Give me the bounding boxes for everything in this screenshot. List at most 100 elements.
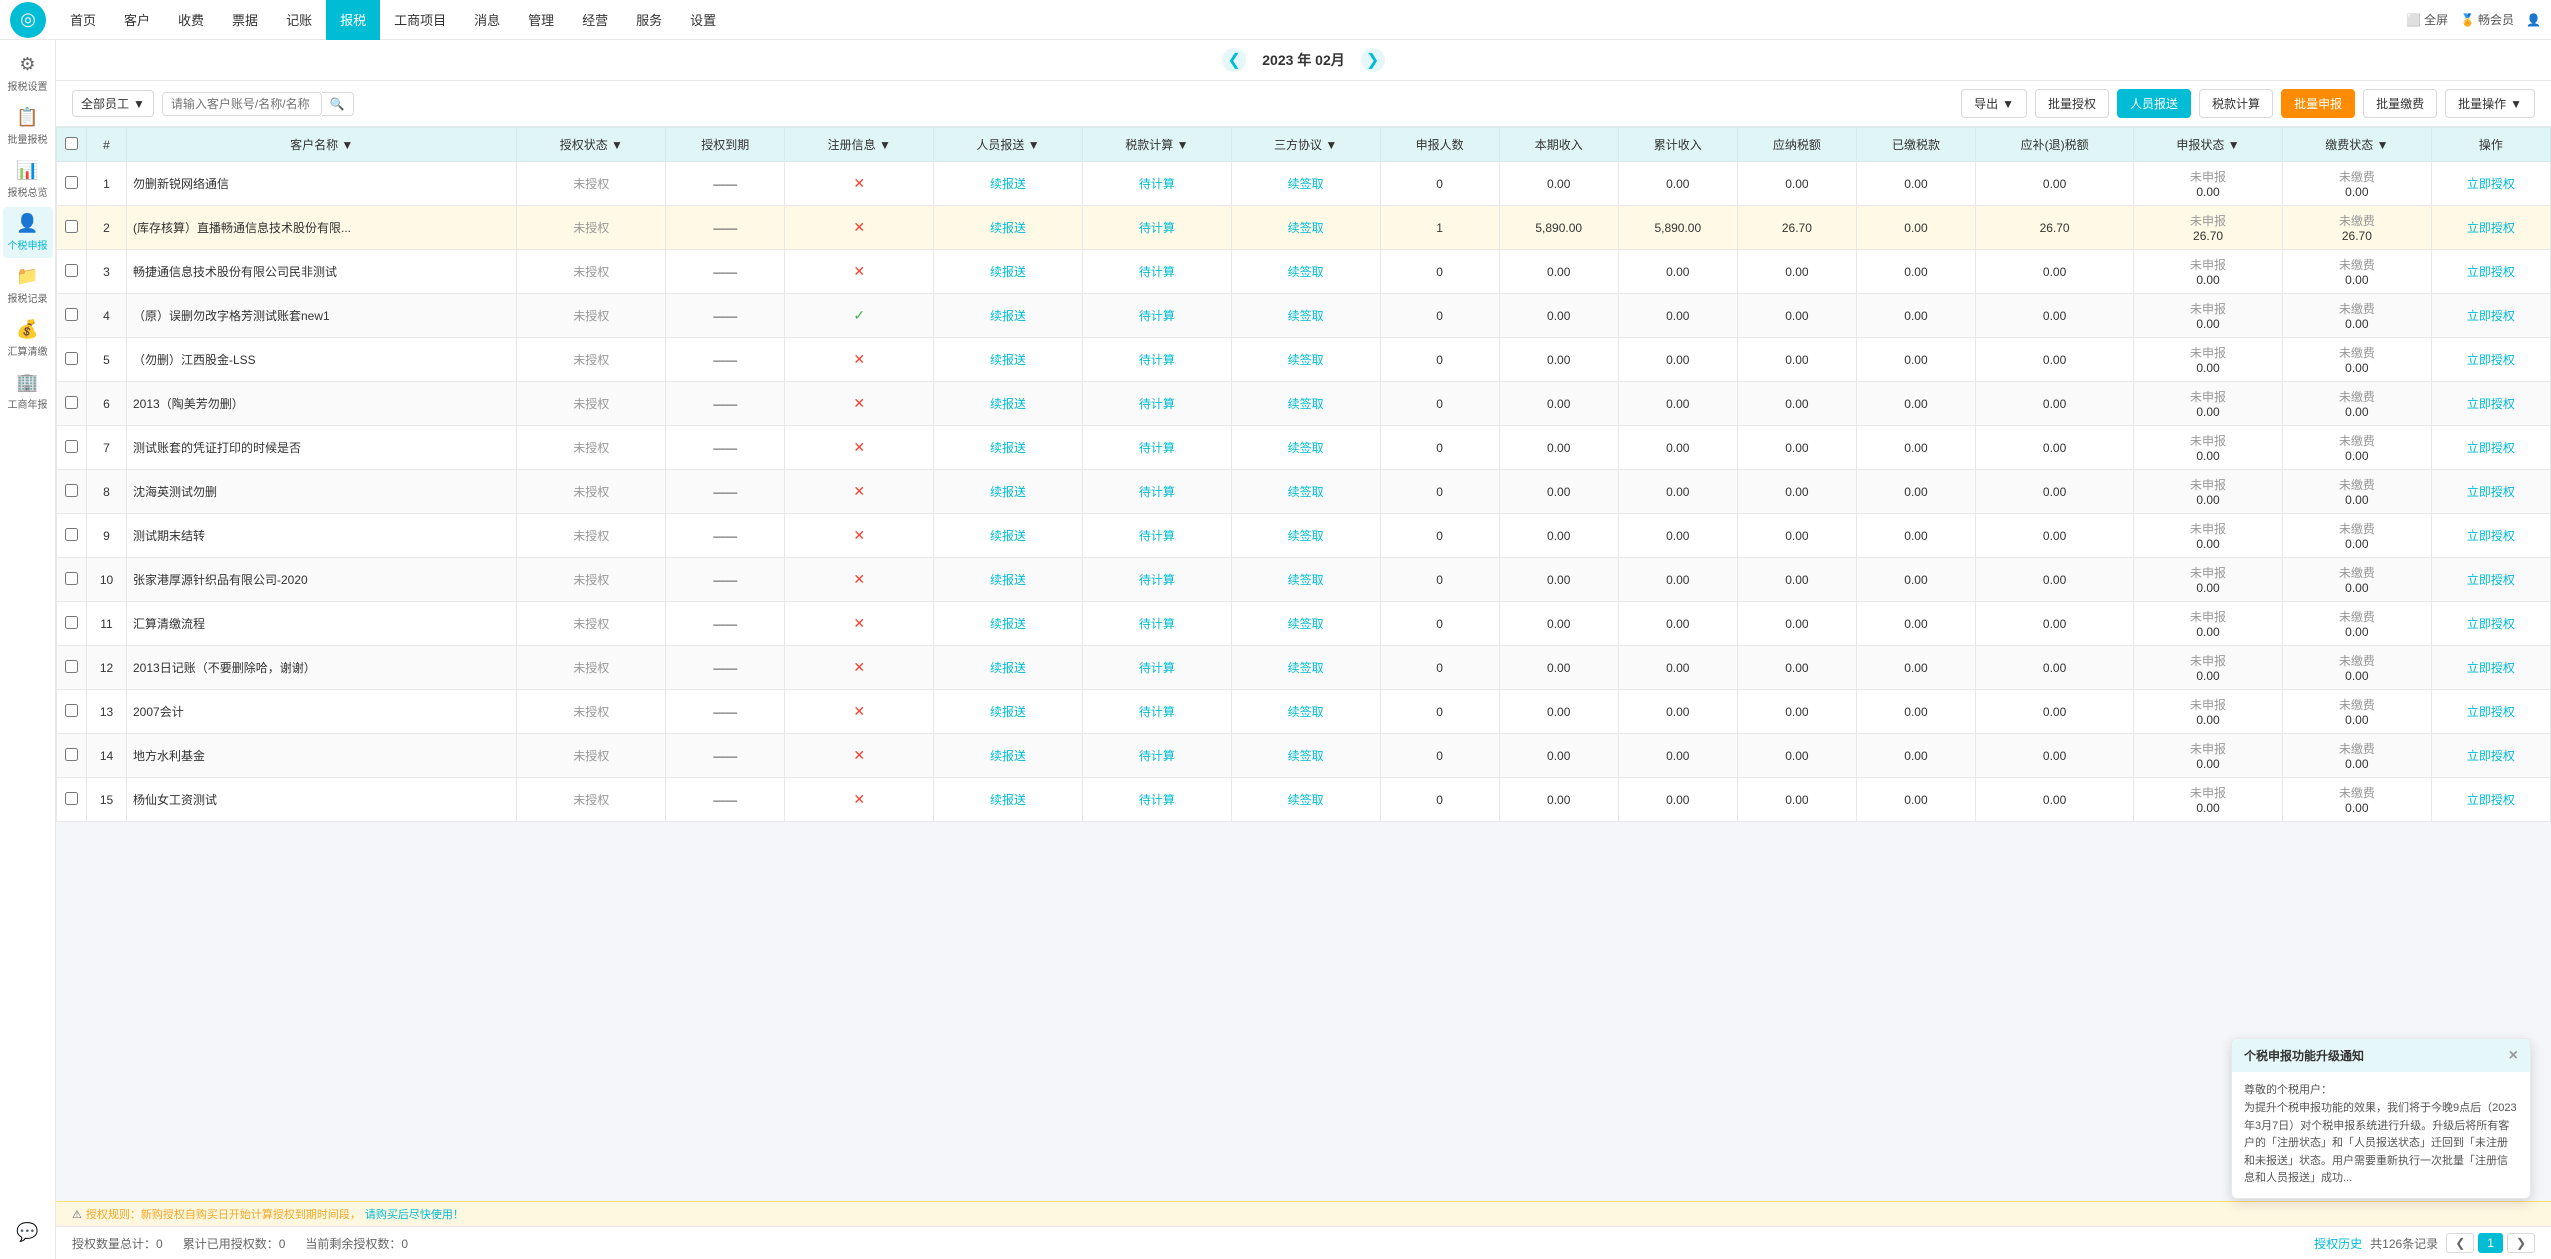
row-checkbox-cell[interactable] [57,558,87,602]
row-action[interactable]: 立即授权 [2431,338,2550,382]
row-action[interactable]: 立即授权 [2431,646,2550,690]
fullscreen-btn[interactable]: ⬜ 全屏 [2406,11,2448,28]
row-person-report[interactable]: 续报送 [934,602,1083,646]
row-checkbox[interactable] [65,396,78,409]
row-checkbox-cell[interactable] [57,514,87,558]
row-checkbox[interactable] [65,440,78,453]
row-checkbox[interactable] [65,616,78,629]
sidebar-messages[interactable]: 💬 [3,1216,53,1249]
row-tripartite[interactable]: 续签取 [1231,514,1380,558]
row-tax-calc[interactable]: 待计算 [1082,558,1231,602]
row-person-report[interactable]: 续报送 [934,250,1083,294]
sidebar-item-batch-tax[interactable]: 📋 批量报税 [3,101,53,152]
row-person-report[interactable]: 续报送 [934,646,1083,690]
row-person-report[interactable]: 续报送 [934,690,1083,734]
row-tripartite[interactable]: 续签取 [1231,426,1380,470]
row-person-report[interactable]: 续报送 [934,294,1083,338]
row-checkbox[interactable] [65,352,78,365]
notification-close-btn[interactable]: × [2509,1048,2518,1064]
sidebar-item-annual-tax[interactable]: 💰 汇算清缴 [3,313,53,364]
row-tripartite[interactable]: 续签取 [1231,162,1380,206]
row-tripartite[interactable]: 续签取 [1231,294,1380,338]
hint-link[interactable]: 请购买后尽快使用！ [365,1206,464,1222]
row-checkbox-cell[interactable] [57,250,87,294]
row-checkbox-cell[interactable] [57,778,87,822]
batch-ops-btn[interactable]: 批量操作 ▼ [2445,89,2535,118]
row-person-report[interactable]: 续报送 [934,426,1083,470]
nav-tax[interactable]: 报税 [326,0,380,40]
row-tax-calc[interactable]: 待计算 [1082,382,1231,426]
user-avatar[interactable]: 👤 [2526,13,2541,27]
nav-message[interactable]: 消息 [460,0,514,40]
row-tax-calc[interactable]: 待计算 [1082,734,1231,778]
row-tripartite[interactable]: 续签取 [1231,470,1380,514]
select-all-checkbox[interactable] [65,137,78,150]
batch-fee-btn[interactable]: 批量缴费 [2363,89,2437,118]
row-tax-calc[interactable]: 待计算 [1082,646,1231,690]
row-tax-calc[interactable]: 待计算 [1082,470,1231,514]
sort-icon[interactable]: ▼ [1325,138,1337,152]
nav-home[interactable]: 首页 [56,0,110,40]
row-tripartite[interactable]: 续签取 [1231,778,1380,822]
row-action[interactable]: 立即授权 [2431,602,2550,646]
search-button[interactable]: 🔍 [322,92,354,116]
row-tripartite[interactable]: 续签取 [1231,558,1380,602]
row-tax-calc[interactable]: 待计算 [1082,602,1231,646]
nav-settings[interactable]: 设置 [676,0,730,40]
row-person-report[interactable]: 续报送 [934,558,1083,602]
row-checkbox[interactable] [65,484,78,497]
row-checkbox-cell[interactable] [57,206,87,250]
person-report-btn[interactable]: 人员报送 [2117,89,2191,118]
sort-icon[interactable]: ▼ [2228,138,2240,152]
row-action[interactable]: 立即授权 [2431,206,2550,250]
row-checkbox[interactable] [65,264,78,277]
row-person-report[interactable]: 续报送 [934,470,1083,514]
sort-icon[interactable]: ▼ [341,138,353,152]
nav-customer[interactable]: 客户 [110,0,164,40]
row-action[interactable]: 立即授权 [2431,734,2550,778]
row-tax-calc[interactable]: 待计算 [1082,778,1231,822]
row-tripartite[interactable]: 续签取 [1231,206,1380,250]
row-action[interactable]: 立即授权 [2431,558,2550,602]
row-checkbox[interactable] [65,220,78,233]
row-checkbox[interactable] [65,572,78,585]
row-person-report[interactable]: 续报送 [934,338,1083,382]
sort-icon[interactable]: ▼ [1177,138,1189,152]
header-checkbox[interactable] [57,128,87,162]
row-tripartite[interactable]: 续签取 [1231,250,1380,294]
nav-bookkeeping[interactable]: 记账 [272,0,326,40]
nav-invoice[interactable]: 票据 [218,0,272,40]
row-checkbox[interactable] [65,308,78,321]
row-checkbox-cell[interactable] [57,382,87,426]
row-checkbox-cell[interactable] [57,426,87,470]
row-person-report[interactable]: 续报送 [934,382,1083,426]
row-checkbox-cell[interactable] [57,690,87,734]
sort-icon[interactable]: ▼ [2377,138,2389,152]
row-checkbox[interactable] [65,528,78,541]
sidebar-item-tax-records[interactable]: 📁 报税记录 [3,260,53,311]
row-person-report[interactable]: 续报送 [934,734,1083,778]
row-action[interactable]: 立即授权 [2431,778,2550,822]
next-month-btn[interactable]: ❯ [1361,48,1385,72]
row-checkbox-cell[interactable] [57,338,87,382]
row-tax-calc[interactable]: 待计算 [1082,426,1231,470]
nav-billing[interactable]: 收费 [164,0,218,40]
row-tripartite[interactable]: 续签取 [1231,690,1380,734]
row-person-report[interactable]: 续报送 [934,778,1083,822]
sort-icon[interactable]: ▼ [611,138,623,152]
row-person-report[interactable]: 续报送 [934,514,1083,558]
row-tax-calc[interactable]: 待计算 [1082,690,1231,734]
next-page-btn[interactable]: ❯ [2507,1233,2535,1253]
nav-operation[interactable]: 经营 [568,0,622,40]
sort-icon[interactable]: ▼ [1028,138,1040,152]
row-checkbox[interactable] [65,660,78,673]
row-checkbox-cell[interactable] [57,470,87,514]
nav-service[interactable]: 服务 [622,0,676,40]
sidebar-item-annual-report[interactable]: 🏢 工商年报 [3,366,53,417]
row-action[interactable]: 立即授权 [2431,690,2550,734]
row-tax-calc[interactable]: 待计算 [1082,250,1231,294]
row-tripartite[interactable]: 续签取 [1231,602,1380,646]
row-action[interactable]: 立即授权 [2431,382,2550,426]
row-tripartite[interactable]: 续签取 [1231,646,1380,690]
search-input[interactable] [162,92,322,116]
